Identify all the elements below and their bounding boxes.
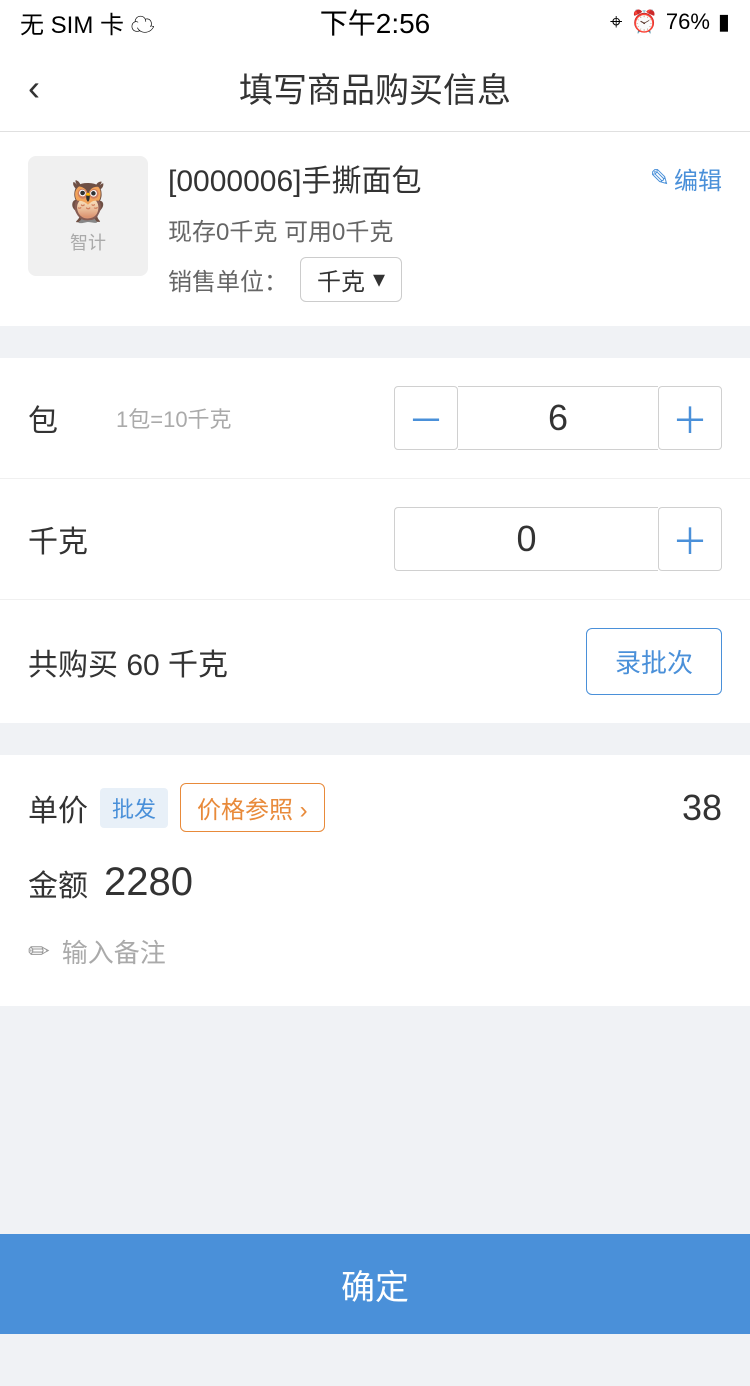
alarm-icon: ⏰ xyxy=(630,9,657,35)
confirm-button[interactable]: 确定 xyxy=(0,1234,750,1334)
bag-row: 包 1包=10千克 － ＋ xyxy=(0,358,750,479)
price-label: 单价 xyxy=(28,786,88,830)
bag-label: 包 xyxy=(28,396,108,440)
total-row: 共购买 60 千克 录批次 xyxy=(0,600,750,723)
kg-number-control: ＋ xyxy=(394,507,722,571)
bag-hint: 1包=10千克 xyxy=(116,402,394,434)
product-logo: 🦉 xyxy=(63,178,113,225)
dropdown-arrow-icon: ▾ xyxy=(373,265,385,294)
bag-plus-button[interactable]: ＋ xyxy=(658,386,722,450)
kg-row: 千克 ＋ xyxy=(0,479,750,600)
input-section: 包 1包=10千克 － ＋ 千克 ＋ xyxy=(0,358,750,600)
product-info: [0000006]手撕面包 ✎ 编辑 现存0千克 可用0千克 销售单位： 千克 … xyxy=(168,156,722,302)
nav-bar: ‹ 填写商品购买信息 xyxy=(0,44,750,132)
product-card: 🦉 智计 [0000006]手撕面包 ✎ 编辑 现存0千克 可用0千克 销售单位… xyxy=(0,132,750,326)
remark-row[interactable]: ✏ 输入备注 xyxy=(28,925,722,978)
back-button[interactable]: ‹ xyxy=(28,67,40,109)
price-type-tag: 批发 xyxy=(100,788,168,828)
battery-text: 76% xyxy=(666,9,710,35)
remark-placeholder: 输入备注 xyxy=(62,933,166,970)
kg-input[interactable] xyxy=(394,507,658,571)
product-brand: 智计 xyxy=(70,229,106,255)
price-row: 单价 批发 价格参照 › 38 xyxy=(28,783,722,832)
status-bar: 无 SIM 卡 ☁ 下午2:56 ⌖ ⏰ 76% ▮ xyxy=(0,0,750,44)
separator-1 xyxy=(0,342,750,358)
unit-label: 销售单位： xyxy=(168,262,288,297)
product-stock: 现存0千克 可用0千克 xyxy=(168,212,722,247)
product-name: [0000006]手撕面包 xyxy=(168,156,421,200)
bag-number-control: － ＋ xyxy=(394,386,722,450)
product-unit-row: 销售单位： 千克 ▾ xyxy=(168,257,722,302)
amount-label: 金额 xyxy=(28,861,88,905)
kg-plus-button[interactable]: ＋ xyxy=(658,507,722,571)
location-icon: ⌖ xyxy=(610,9,622,35)
total-text: 共购买 60 千克 xyxy=(28,640,228,684)
status-left: 无 SIM 卡 ☁ xyxy=(20,5,155,40)
edit-label: 编辑 xyxy=(674,161,722,196)
battery-icon: ▮ xyxy=(718,9,730,35)
unit-dropdown[interactable]: 千克 ▾ xyxy=(300,257,402,302)
price-ref-button[interactable]: 价格参照 › xyxy=(180,783,325,832)
status-right: ⌖ ⏰ 76% ▮ xyxy=(610,9,730,35)
bag-input[interactable] xyxy=(458,386,658,450)
price-section: 单价 批发 价格参照 › 38 金额 2280 ✏ 输入备注 xyxy=(0,755,750,1006)
price-left: 单价 批发 价格参照 › xyxy=(28,783,325,832)
batch-button[interactable]: 录批次 xyxy=(586,628,722,695)
edit-button[interactable]: ✎ 编辑 xyxy=(650,161,722,196)
status-time: 下午2:56 xyxy=(320,2,431,42)
unit-value: 千克 xyxy=(317,262,365,297)
amount-row: 金额 2280 xyxy=(28,860,722,905)
remark-icon: ✏ xyxy=(28,936,50,967)
amount-value: 2280 xyxy=(104,860,193,905)
separator-2 xyxy=(0,739,750,755)
price-value: 38 xyxy=(682,787,722,829)
sim-text: 无 SIM 卡 ☁ xyxy=(20,5,155,40)
edit-icon: ✎ xyxy=(650,164,670,193)
kg-label: 千克 xyxy=(28,517,108,561)
bag-minus-button[interactable]: － xyxy=(394,386,458,450)
product-image: 🦉 智计 xyxy=(28,156,148,276)
page-title: 填写商品购买信息 xyxy=(239,63,511,112)
